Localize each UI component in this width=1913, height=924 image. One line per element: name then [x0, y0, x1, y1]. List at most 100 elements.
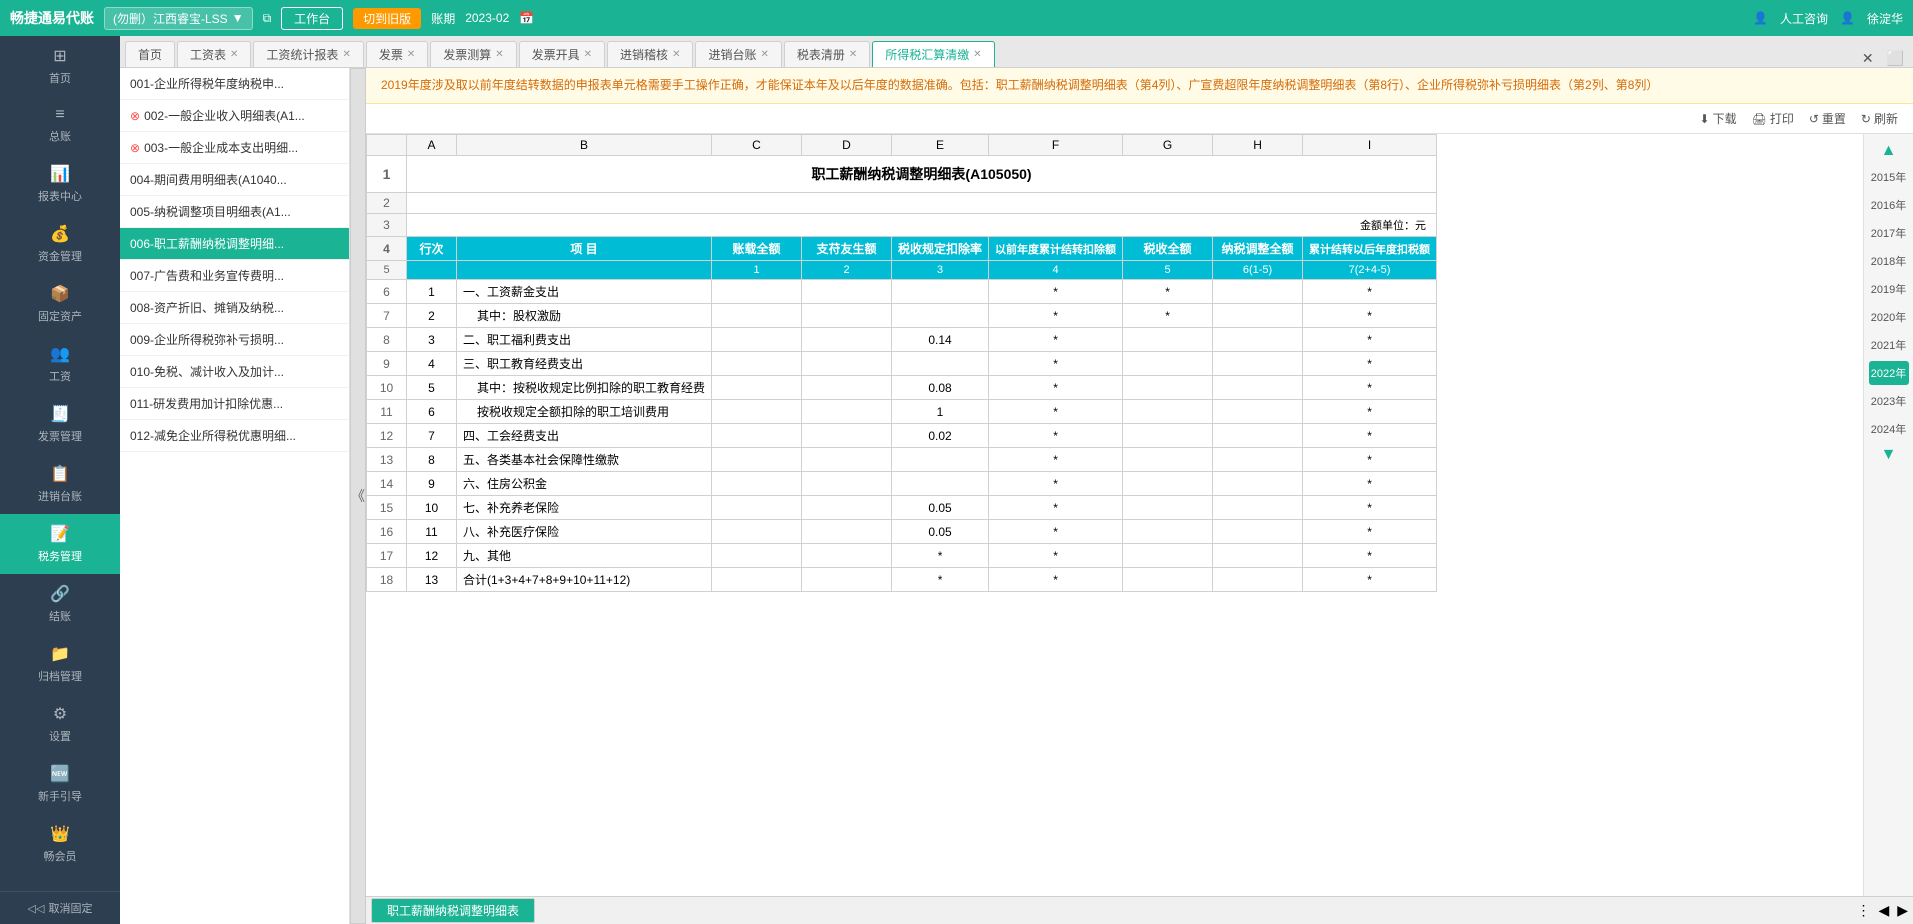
sheet-tab-main[interactable]: 职工薪酬纳税调整明细表	[371, 898, 535, 923]
row-6-c1[interactable]	[712, 400, 802, 424]
year-scroll-up[interactable]: ▲	[1878, 139, 1900, 163]
row-10-c6[interactable]	[1213, 496, 1303, 520]
row-5-c5[interactable]	[1123, 376, 1213, 400]
year-2016[interactable]: 2016年	[1869, 193, 1909, 217]
year-2019[interactable]: 2019年	[1869, 277, 1909, 301]
support-label[interactable]: 人工咨询	[1780, 10, 1828, 27]
year-2023[interactable]: 2023年	[1869, 389, 1909, 413]
row-4-c2[interactable]	[802, 352, 892, 376]
sidebar-item-settings[interactable]: ⚙ 设置	[0, 694, 120, 754]
sidebar-item-member[interactable]: 👑 畅会员	[0, 814, 120, 874]
list-item-009[interactable]: 009-企业所得税弥补亏损明...	[120, 324, 349, 356]
row-11-c1[interactable]	[712, 520, 802, 544]
workspace-button[interactable]: 工作台	[281, 7, 343, 30]
year-2022[interactable]: 2022年	[1869, 361, 1909, 385]
tab-fapiao-open-close[interactable]: ✕	[584, 49, 592, 60]
row-13-c2[interactable]	[802, 568, 892, 592]
list-item-012[interactable]: 012-减免企业所得税优惠明细...	[120, 420, 349, 452]
sidebar-item-capital[interactable]: 💰 资金管理	[0, 214, 120, 274]
list-item-006[interactable]: 006-职工薪酬纳税调整明细...	[120, 228, 349, 260]
row-8-c1[interactable]	[712, 448, 802, 472]
year-2021[interactable]: 2021年	[1869, 333, 1909, 357]
row-7-c2[interactable]	[802, 424, 892, 448]
tab-shuibiao-close[interactable]: ✕	[849, 49, 857, 60]
row-4-c5[interactable]	[1123, 352, 1213, 376]
year-2024[interactable]: 2024年	[1869, 417, 1909, 441]
year-2017[interactable]: 2017年	[1869, 221, 1909, 245]
expand-btn[interactable]: ⬜	[1883, 50, 1908, 67]
year-2020[interactable]: 2020年	[1869, 305, 1909, 329]
sidebar-item-tax[interactable]: 📝 税务管理	[0, 514, 120, 574]
cancel-pin-button[interactable]: ◁◁ 取消固定	[28, 900, 93, 916]
collapse-panel-btn[interactable]: 《	[350, 68, 366, 924]
row-8-c6[interactable]	[1213, 448, 1303, 472]
row-8-c3[interactable]	[892, 448, 989, 472]
row-5-c6[interactable]	[1213, 376, 1303, 400]
row-12-c6[interactable]	[1213, 544, 1303, 568]
row-4-c3[interactable]	[892, 352, 989, 376]
row-2-c6[interactable]	[1213, 304, 1303, 328]
row-6-c6[interactable]	[1213, 400, 1303, 424]
list-item-004[interactable]: 004-期间费用明细表(A1040...	[120, 164, 349, 196]
tab-jxtz-close[interactable]: ✕	[760, 49, 768, 60]
row-13-c6[interactable]	[1213, 568, 1303, 592]
tab-fapiao-calc[interactable]: 发票测算 ✕	[430, 41, 516, 67]
user-name[interactable]: 徐淀华	[1867, 10, 1903, 27]
row-11-c6[interactable]	[1213, 520, 1303, 544]
tab-salary[interactable]: 工资表 ✕	[177, 41, 251, 67]
row-13-c1[interactable]	[712, 568, 802, 592]
row-9-c3[interactable]	[892, 472, 989, 496]
row-10-c5[interactable]	[1123, 496, 1213, 520]
row-12-c5[interactable]	[1123, 544, 1213, 568]
tab-income-tax[interactable]: 所得税汇算清缴 ✕	[872, 41, 994, 67]
row-2-c1[interactable]	[712, 304, 802, 328]
tab-fapiao-open[interactable]: 发票开具 ✕	[519, 41, 605, 67]
sidebar-item-salary[interactable]: 👥 工资	[0, 334, 120, 394]
row-6-c5[interactable]	[1123, 400, 1213, 424]
sidebar-item-home[interactable]: ⊞ 首页	[0, 36, 120, 96]
row-6-c2[interactable]	[802, 400, 892, 424]
list-item-007[interactable]: 007-广告费和业务宣传费明...	[120, 260, 349, 292]
row-3-c1[interactable]	[712, 328, 802, 352]
download-btn[interactable]: ⬇ 下载	[1700, 110, 1737, 127]
tab-jxjh[interactable]: 进销稽核 ✕	[607, 41, 693, 67]
tab-fapiao[interactable]: 发票 ✕	[366, 41, 428, 67]
tab-fapiao-calc-close[interactable]: ✕	[495, 49, 503, 60]
reset-btn[interactable]: ↺ 重置	[1809, 110, 1846, 127]
company-selector[interactable]: (勿删）江西睿宝-LSS ▼	[104, 7, 253, 30]
row-8-c5[interactable]	[1123, 448, 1213, 472]
list-item-008[interactable]: 008-资产折旧、摊销及纳税...	[120, 292, 349, 324]
sidebar-item-reports[interactable]: 📊 报表中心	[0, 154, 120, 214]
tab-fapiao-close[interactable]: ✕	[407, 49, 415, 60]
year-2018[interactable]: 2018年	[1869, 249, 1909, 273]
list-item-002[interactable]: ⊗ 002-一般企业收入明细表(A1...	[120, 100, 349, 132]
tab-shuibiao[interactable]: 税表清册 ✕	[784, 41, 870, 67]
row-7-c1[interactable]	[712, 424, 802, 448]
sidebar-item-archive[interactable]: 📁 归档管理	[0, 634, 120, 694]
sidebar-item-sales[interactable]: 📋 进销台账	[0, 454, 120, 514]
row-12-c2[interactable]	[802, 544, 892, 568]
sidebar-item-assets[interactable]: 📦 固定资产	[0, 274, 120, 334]
calendar-icon[interactable]: 📅	[519, 11, 534, 25]
tab-income-tax-close[interactable]: ✕	[973, 49, 981, 60]
list-item-003[interactable]: ⊗ 003-一般企业成本支出明细...	[120, 132, 349, 164]
row-9-c2[interactable]	[802, 472, 892, 496]
sidebar-item-guide[interactable]: 🆕 新手引导	[0, 754, 120, 814]
row-3-c5[interactable]	[1123, 328, 1213, 352]
switch-button[interactable]: 切到旧版	[353, 8, 421, 29]
row-13-c5[interactable]	[1123, 568, 1213, 592]
row-2-c3[interactable]	[892, 304, 989, 328]
scroll-right-icon[interactable]: ▶	[1897, 902, 1908, 919]
row-1-c6[interactable]	[1213, 280, 1303, 304]
row-9-c1[interactable]	[712, 472, 802, 496]
tab-salary-report[interactable]: 工资统计报表 ✕	[253, 41, 363, 67]
row-3-c6[interactable]	[1213, 328, 1303, 352]
row-9-c5[interactable]	[1123, 472, 1213, 496]
tab-jxtz[interactable]: 进销台账 ✕	[695, 41, 781, 67]
row-11-c2[interactable]	[802, 520, 892, 544]
copy-icon[interactable]: ⧉	[263, 11, 272, 26]
sheet-options-icon[interactable]: ⋮	[1856, 902, 1870, 919]
sidebar-item-invoice[interactable]: 🧾 发票管理	[0, 394, 120, 454]
row-9-c6[interactable]	[1213, 472, 1303, 496]
sheet-container[interactable]: A B C D E F G H I	[366, 134, 1863, 896]
